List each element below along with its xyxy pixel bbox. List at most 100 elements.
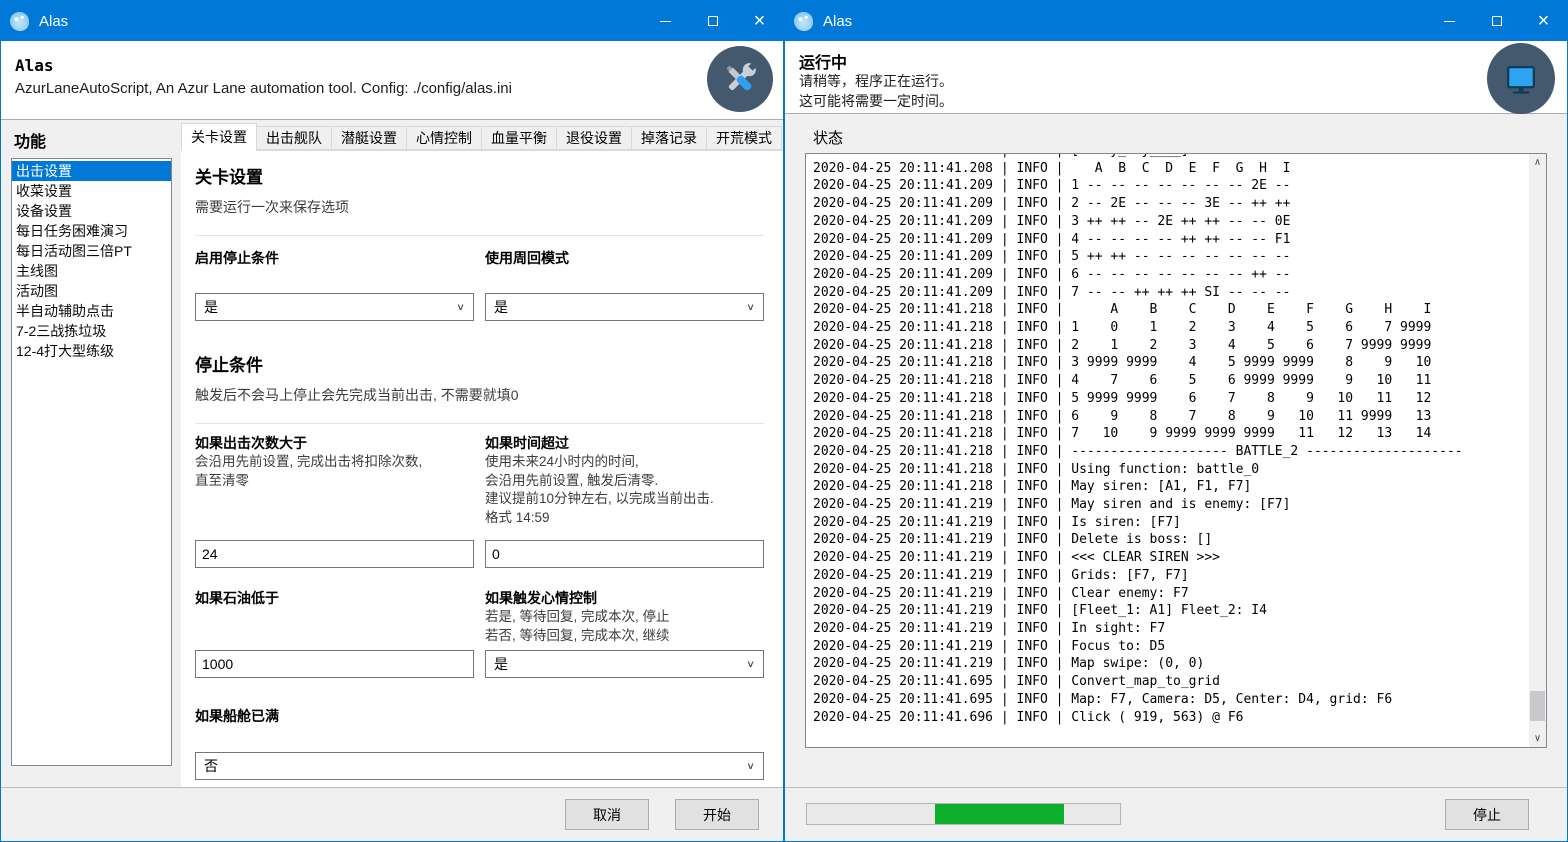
close-button[interactable]: ×: [736, 1, 783, 41]
window-controls: ×: [642, 1, 783, 41]
minimize-button[interactable]: [642, 1, 689, 41]
log-line: 2020-04-25 20:11:41.696 | INFO | Click (…: [813, 709, 1546, 727]
maximize-icon: [1492, 16, 1502, 26]
divider: [195, 423, 764, 424]
tab-5[interactable]: 血量平衡: [482, 126, 557, 150]
scroll-up-icon[interactable]: ∧: [1529, 154, 1546, 171]
enable-stop-label: 启用停止条件: [195, 248, 474, 268]
start-button[interactable]: 开始: [675, 799, 759, 830]
footer-bar: 取消 开始: [1, 787, 783, 841]
progress-bar: [806, 803, 1121, 825]
oil-limit-input[interactable]: [195, 650, 474, 678]
alas-logo-icon: [794, 12, 813, 31]
titlebar-left[interactable]: Alas ×: [1, 1, 783, 41]
tab-8[interactable]: 开荒模式: [707, 126, 782, 150]
maximize-button[interactable]: [1473, 1, 1520, 41]
status-label: 状态: [813, 127, 843, 148]
log-line: 2020-04-25 20:11:41.218 | INFO | 7 10 9 …: [813, 425, 1546, 443]
if-time-desc: 使用未来24小时内的时间,: [485, 453, 764, 472]
dock-full-select[interactable]: 否 ∨: [195, 752, 764, 780]
close-icon: ×: [1538, 11, 1550, 31]
maximize-icon: [708, 16, 718, 26]
stop-button[interactable]: 停止: [1445, 799, 1529, 830]
log-line: 2020-04-25 20:11:41.219 | INFO | [Fleet_…: [813, 602, 1546, 620]
chevron-down-icon: ∨: [746, 301, 755, 312]
minimize-button[interactable]: [1426, 1, 1473, 41]
stop-condition-title: 停止条件: [195, 351, 764, 376]
if-emotion-desc: 若否, 等待回复, 完成本次, 继续: [485, 627, 764, 646]
app-header: Alas AzurLaneAutoScript, An Azur Lane au…: [1, 41, 783, 120]
sidebar-item[interactable]: 7-2三战拣垃圾: [12, 321, 171, 341]
tab-6[interactable]: 退役设置: [557, 126, 632, 150]
window-settings: Alas × Alas AzurLaneAutoScript, An Azur …: [0, 0, 784, 842]
sidebar-item[interactable]: 设备设置: [12, 201, 171, 221]
time-limit-input[interactable]: [485, 540, 764, 568]
if-oil-label: 如果石油低于: [195, 588, 474, 608]
log-line: 2020-04-25 20:11:41.218 | INFO | -------…: [813, 443, 1546, 461]
if-emotion-label: 如果触发心情控制: [485, 588, 764, 608]
log-line: 2020-04-25 20:11:41.218 | INFO | Using f…: [813, 461, 1546, 479]
log-line: 2020-04-25 20:11:41.209 | INFO | 3 ++ ++…: [813, 213, 1546, 231]
divider: [195, 235, 764, 236]
row-count-time: 如果出击次数大于 会沿用先前设置, 完成出击将扣除次数, 直至清零 如果时间超过…: [195, 433, 764, 568]
log-line: 2020-04-25 20:11:41.209 | INFO | 6 -- --…: [813, 266, 1546, 284]
scroll-down-icon[interactable]: ∨: [1529, 730, 1546, 747]
if-time-label: 如果时间超过: [485, 433, 764, 453]
stop-condition-desc: 触发后不会马上停止会先完成当前出击, 不需要就填0: [195, 385, 764, 405]
log-line: 2020-04-25 20:11:41.218 | INFO | 6 9 8 7…: [813, 408, 1546, 426]
enable-stop-select[interactable]: 是 ∨: [195, 293, 474, 321]
log-line: 2020-04-25 20:11:41.219 | INFO | Delete …: [813, 531, 1546, 549]
log-line: 2020-04-25 20:11:41.695 | INFO | Convert…: [813, 673, 1546, 691]
sidebar-item[interactable]: 出击设置: [12, 161, 171, 181]
if-count-desc: 直至清零: [195, 472, 474, 491]
window-runner: Alas × 运行中 请稍等，程序正在运行。 这可能将需要一定时间。 状态: [784, 0, 1568, 842]
if-count-desc: 会沿用先前设置, 完成出击将扣除次数,: [195, 453, 474, 472]
if-emotion-desc: 若是, 等待回复, 完成本次, 停止: [485, 608, 764, 627]
close-icon: ×: [754, 11, 766, 31]
emotion-control-select[interactable]: 是 ∨: [485, 650, 764, 678]
sidebar-item[interactable]: 每日任务困难演习: [12, 221, 171, 241]
panel-subtitle: 需要运行一次来保存选项: [195, 197, 764, 217]
attack-count-input[interactable]: [195, 540, 474, 568]
tab-1[interactable]: 关卡设置: [181, 123, 257, 151]
maximize-button[interactable]: [689, 1, 736, 41]
tab-4[interactable]: 心情控制: [407, 126, 482, 150]
log-line: 2020-04-25 20:11:41.219 | INFO | Grids: …: [813, 567, 1546, 585]
chevron-down-icon: ∨: [746, 658, 755, 669]
scrollbar[interactable]: ∧ ∨: [1529, 154, 1546, 747]
scrollbar-thumb[interactable]: [1530, 691, 1545, 721]
log-line: 2020-04-25 20:11:41.208 | INFO | A B C D…: [813, 160, 1546, 178]
log-lines: 2020-04-25 20:11:41.208 | INFO | [enemy_…: [806, 153, 1546, 726]
sidebar-item[interactable]: 12-4打大型练级: [12, 341, 171, 361]
tab-3[interactable]: 潜艇设置: [332, 126, 407, 150]
log-output[interactable]: 2020-04-25 20:11:41.208 | INFO | [enemy_…: [805, 153, 1547, 748]
log-line: 2020-04-25 20:11:41.219 | INFO | Focus t…: [813, 638, 1546, 656]
settings-body: 功能 出击设置收菜设置设备设置每日任务困难演习每日活动图三倍PT主线图活动图半自…: [1, 121, 783, 841]
monitor-icon: [1487, 43, 1555, 114]
if-time-desc: 会沿用先前设置, 触发后清零.: [485, 472, 764, 491]
function-listbox[interactable]: 出击设置收菜设置设备设置每日任务困难演习每日活动图三倍PT主线图活动图半自动辅助…: [11, 158, 172, 766]
if-time-desc: 建议提前10分钟左右, 以完成当前出击.: [485, 490, 764, 509]
if-dock-full-label: 如果船舱已满: [195, 706, 764, 726]
close-button[interactable]: ×: [1520, 1, 1567, 41]
loop-mode-value: 是: [494, 297, 508, 317]
emotion-control-value: 是: [494, 654, 508, 674]
tab-7[interactable]: 掉落记录: [632, 126, 707, 150]
sidebar-item[interactable]: 主线图: [12, 261, 171, 281]
app-subtitle: AzurLaneAutoScript, An Azur Lane automat…: [15, 80, 512, 97]
sidebar-item[interactable]: 收菜设置: [12, 181, 171, 201]
window-title: Alas: [823, 13, 852, 30]
log-line: 2020-04-25 20:11:41.219 | INFO | Is sire…: [813, 514, 1546, 532]
cancel-button[interactable]: 取消: [565, 799, 649, 830]
tab-panel-stage-settings: 关卡设置 需要运行一次来保存选项 启用停止条件 是 ∨ 使用周回模式: [181, 150, 783, 787]
loop-mode-select[interactable]: 是 ∨: [485, 293, 764, 321]
titlebar-right[interactable]: Alas ×: [785, 1, 1567, 41]
sidebar-item[interactable]: 每日活动图三倍PT: [12, 241, 171, 261]
log-line: 2020-04-25 20:11:41.209 | INFO | 7 -- --…: [813, 284, 1546, 302]
tab-2[interactable]: 出击舰队: [257, 126, 332, 150]
log-line: 2020-04-25 20:11:41.218 | INFO | A B C D…: [813, 301, 1546, 319]
log-line: 2020-04-25 20:11:41.209 | INFO | 4 -- --…: [813, 231, 1546, 249]
sidebar-item[interactable]: 活动图: [12, 281, 171, 301]
sidebar-item[interactable]: 半自动辅助点击: [12, 301, 171, 321]
running-message-2: 这可能将需要一定时间。: [799, 91, 953, 111]
